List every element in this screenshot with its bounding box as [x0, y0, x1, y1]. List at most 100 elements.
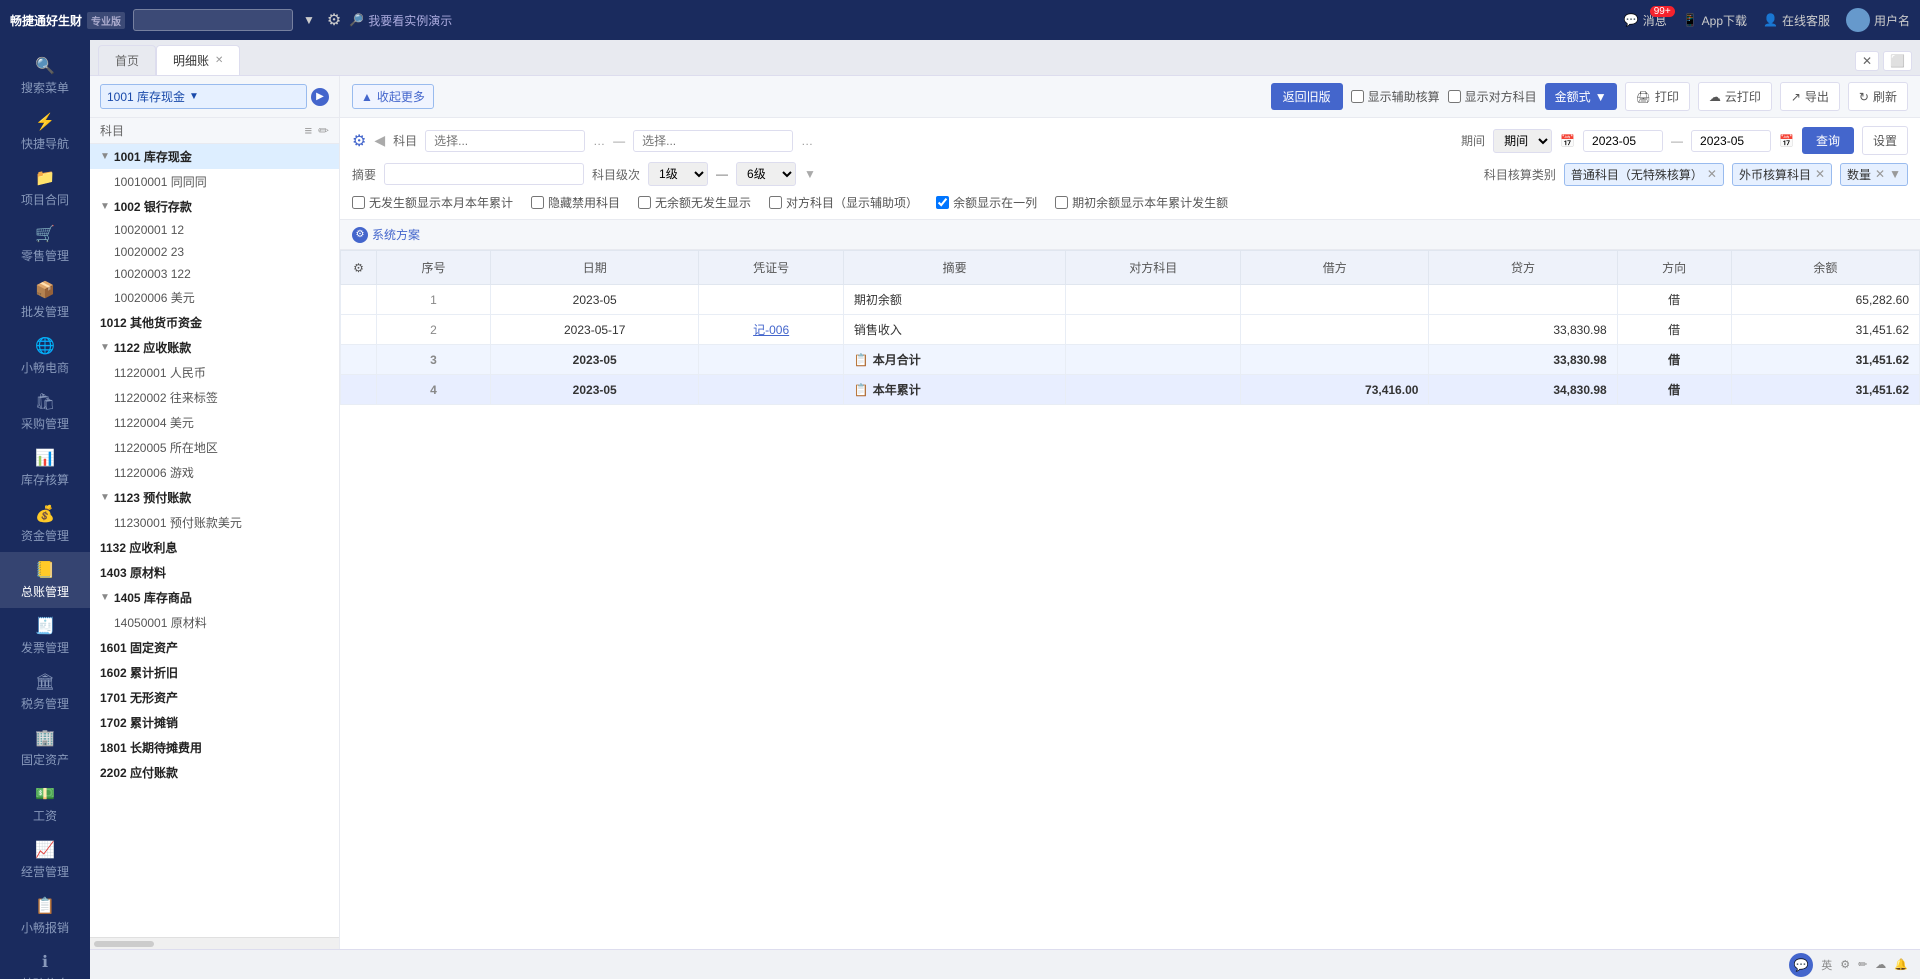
tree-node-1122[interactable]: ▼ 1122 应收账款	[90, 335, 339, 360]
tree-node-1123[interactable]: ▼ 1123 预付账款	[90, 485, 339, 510]
sidebar-item-xc-sales[interactable]: 📋 小畅报销	[0, 888, 90, 944]
status-settings[interactable]: ⚙	[1840, 958, 1850, 971]
cell-gear[interactable]	[341, 315, 377, 345]
filter-subject-from-input[interactable]	[425, 130, 585, 152]
col-gear[interactable]: ⚙	[341, 251, 377, 285]
cb-no-balance[interactable]: 无余额无发生显示	[638, 194, 751, 211]
collapse-more-btn[interactable]: ▲ 收起更多	[352, 84, 434, 109]
period-cal-icon[interactable]: 📅	[1560, 134, 1575, 148]
filter-tag-quantity-dropdown[interactable]: ▼	[1889, 167, 1901, 181]
cb-hide-disabled[interactable]: 隐藏禁用科目	[531, 194, 620, 211]
tree-node-1012[interactable]: 1012 其他货币资金	[90, 310, 339, 335]
filter-level-from-select[interactable]: 1级 2级	[648, 162, 708, 186]
cb-balance-one-row[interactable]: 余额显示在一列	[936, 194, 1037, 211]
sidebar-item-finance[interactable]: 💰 资金管理	[0, 496, 90, 552]
filter-tag-quantity-close[interactable]: ✕	[1875, 167, 1885, 181]
tree-node-1601[interactable]: 1601 固定资产	[90, 635, 339, 660]
user-avatar[interactable]: 用户名	[1846, 8, 1910, 32]
filter-subject-to-input[interactable]	[633, 130, 793, 152]
tree-list-icon[interactable]: ≡	[305, 123, 313, 139]
filter-summary-input[interactable]	[384, 163, 584, 185]
show-opposite-checkbox[interactable]	[1448, 90, 1461, 103]
sidebar-item-tax[interactable]: 🏛 税务管理	[0, 664, 90, 720]
status-edit[interactable]: ✏	[1858, 958, 1867, 971]
table-area[interactable]: ⚙ 序号 日期 凭证号 摘要 对方科目 借方 贷方 方向 余额	[340, 250, 1920, 949]
sidebar-item-payroll[interactable]: 💵 工资	[0, 776, 90, 832]
tab-detail[interactable]: 明细账 ✕	[156, 45, 240, 75]
sidebar-item-retail[interactable]: 🛒 零售管理	[0, 216, 90, 272]
sidebar-item-purchase[interactable]: 🛍 采购管理	[0, 384, 90, 440]
setting-btn[interactable]: 设置	[1862, 126, 1908, 155]
period-end-cal-icon[interactable]: 📅	[1779, 134, 1794, 148]
sidebar-item-search[interactable]: 🔍 搜索菜单	[0, 48, 90, 104]
sidebar-item-quick-nav[interactable]: ⚡ 快捷导航	[0, 104, 90, 160]
scheme-icon-btn[interactable]: ⚙ 系统方案	[352, 226, 420, 243]
sidebar-item-operations[interactable]: 📈 经营管理	[0, 832, 90, 888]
tree-node-11220004[interactable]: 11220004 美元	[90, 410, 339, 435]
filter-period-from-input[interactable]	[1583, 130, 1663, 152]
expand-tree-btn[interactable]: ▶	[311, 88, 329, 106]
online-service-btn[interactable]: 👤 在线客服	[1763, 12, 1830, 29]
print-btn[interactable]: 🖨 打印	[1625, 82, 1690, 111]
filter-tag-normal-close[interactable]: ✕	[1707, 167, 1717, 181]
close-window-btn[interactable]: ✕	[1855, 51, 1879, 71]
tab-detail-close[interactable]: ✕	[215, 55, 223, 66]
status-chat-btn[interactable]: 💬	[1789, 953, 1813, 977]
tree-area[interactable]: ▼ 1001 库存现金 10010001 同同同 ▼ 1002 银行存款 100…	[90, 144, 339, 937]
status-cloud[interactable]: ☁	[1875, 958, 1886, 971]
filter-tag-foreign[interactable]: 外币核算科目 ✕	[1732, 163, 1832, 186]
filter-level-to-select[interactable]: 6级	[736, 162, 796, 186]
maximize-btn[interactable]: ⬜	[1883, 51, 1912, 71]
cb-opening-balance-input[interactable]	[1055, 196, 1068, 209]
show-assist-checkbox[interactable]	[1351, 90, 1364, 103]
show-assist-check[interactable]: 显示辅助核算	[1351, 88, 1440, 105]
sidebar-item-ecommerce[interactable]: 🌐 小畅电商	[0, 328, 90, 384]
tree-node-1405[interactable]: ▼ 1405 库存商品	[90, 585, 339, 610]
return-old-btn[interactable]: 返回旧版	[1271, 83, 1343, 110]
sidebar-item-general[interactable]: 📒 总账管理	[0, 552, 90, 608]
tree-node-11220001[interactable]: 11220001 人民币	[90, 360, 339, 385]
filter-period-type-select[interactable]: 期间	[1493, 129, 1552, 153]
filter-period-to-input[interactable]	[1691, 130, 1771, 152]
cb-no-occurrence-input[interactable]	[352, 196, 365, 209]
tree-scrollbar-thumb[interactable]	[94, 941, 154, 947]
filter-tag-foreign-close[interactable]: ✕	[1815, 167, 1825, 181]
cb-hide-disabled-input[interactable]	[531, 196, 544, 209]
sidebar-item-inventory[interactable]: 📊 库存核算	[0, 440, 90, 496]
format-btn[interactable]: 金额式 ▼	[1545, 83, 1617, 110]
status-notify[interactable]: 🔔	[1894, 958, 1908, 971]
cloud-print-btn[interactable]: ☁ 云打印	[1698, 82, 1772, 111]
show-opposite-check[interactable]: 显示对方科目	[1448, 88, 1537, 105]
sidebar-item-basic-info[interactable]: ℹ 基础信息	[0, 944, 90, 979]
sidebar-item-assets[interactable]: 🏢 固定资产	[0, 720, 90, 776]
tree-node-10020006[interactable]: 10020006 美元	[90, 285, 339, 310]
tree-edit-icon[interactable]: ✏	[318, 123, 329, 139]
refresh-btn[interactable]: ↻ 刷新	[1848, 82, 1908, 111]
tree-node-1702[interactable]: 1702 累计摊销	[90, 710, 339, 735]
tree-node-1001[interactable]: ▼ 1001 库存现金	[90, 144, 339, 169]
tree-node-1132[interactable]: 1132 应收利息	[90, 535, 339, 560]
topbar-settings-icon[interactable]: ⚙	[327, 10, 341, 30]
tree-node-10020001[interactable]: 10020001 12	[90, 219, 339, 241]
voucher-link[interactable]: 记-006	[753, 323, 789, 337]
status-lang[interactable]: 英	[1821, 957, 1832, 973]
cb-opposite-subject[interactable]: 对方科目（显示辅助项）	[769, 194, 918, 211]
tree-node-10020003[interactable]: 10020003 122	[90, 263, 339, 285]
query-btn[interactable]: 查询	[1802, 127, 1854, 154]
tree-node-11230001[interactable]: 11230001 预付账款美元	[90, 510, 339, 535]
sidebar-item-wholesale[interactable]: 📦 批发管理	[0, 272, 90, 328]
sidebar-item-invoice[interactable]: 🧾 发票管理	[0, 608, 90, 664]
tab-home[interactable]: 首页	[98, 45, 156, 75]
tree-node-1801[interactable]: 1801 长期待摊费用	[90, 735, 339, 760]
cb-balance-one-row-input[interactable]	[936, 196, 949, 209]
tree-node-1002[interactable]: ▼ 1002 银行存款	[90, 194, 339, 219]
tree-node-10010001[interactable]: 10010001 同同同	[90, 169, 339, 194]
topbar-search-input[interactable]	[133, 9, 293, 31]
tree-node-14050001[interactable]: 14050001 原材料	[90, 610, 339, 635]
tree-node-10020002[interactable]: 10020002 23	[90, 241, 339, 263]
app-download-btn[interactable]: 📱 App下载	[1683, 12, 1747, 29]
cb-opening-balance[interactable]: 期初余额显示本年累计发生额	[1055, 194, 1228, 211]
cell-gear[interactable]	[341, 285, 377, 315]
account-selector[interactable]: 1001 库存现金 ▼	[100, 84, 307, 109]
tree-node-1403[interactable]: 1403 原材料	[90, 560, 339, 585]
